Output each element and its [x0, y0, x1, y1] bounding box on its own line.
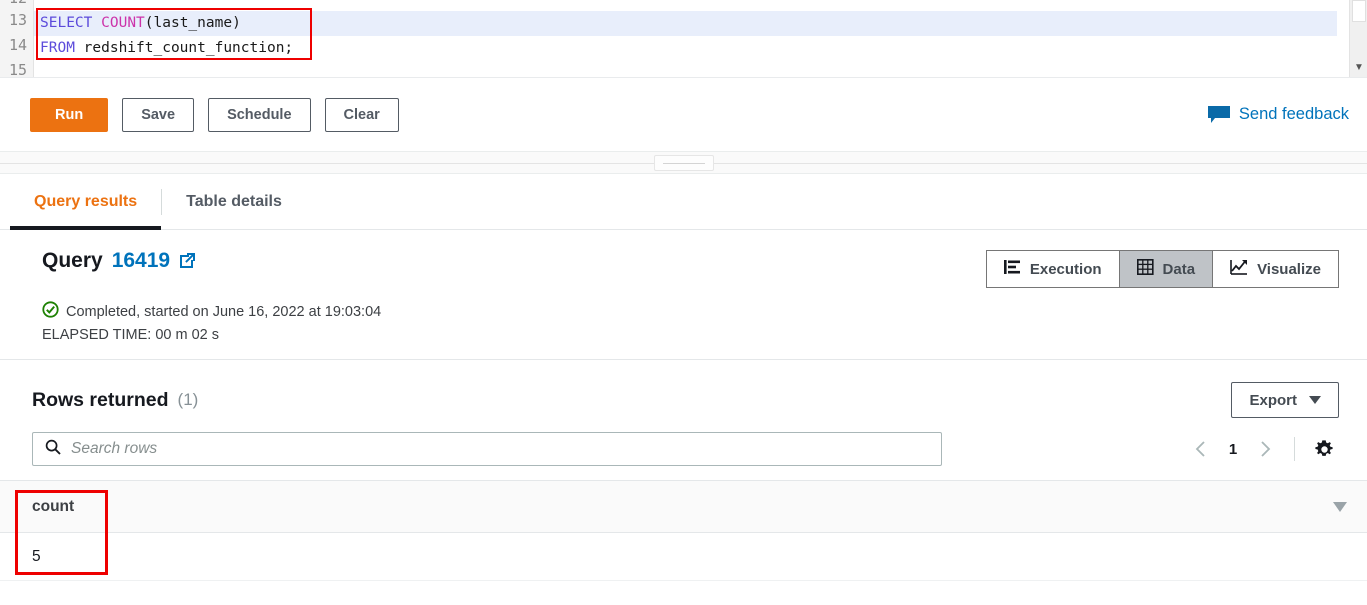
- search-box[interactable]: [32, 432, 942, 466]
- export-button[interactable]: Export: [1231, 382, 1339, 418]
- line-number: 13: [8, 11, 27, 29]
- query-id-link[interactable]: 16419: [112, 250, 170, 271]
- query-status-text: Completed, started on June 16, 2022 at 1…: [66, 303, 382, 320]
- query-elapsed-time: ELAPSED TIME: 00 m 02 s: [42, 327, 220, 343]
- pagination-divider: [1294, 437, 1295, 461]
- rows-returned-title: Rows returned: [32, 388, 169, 411]
- query-status: Completed, started on June 16, 2022 at 1…: [42, 301, 1339, 322]
- sql-editor[interactable]: 12 13 14 15 SELECT COUNT(last_name) FROM…: [0, 0, 1367, 78]
- results-search-row: 1: [0, 418, 1367, 481]
- search-input[interactable]: [71, 440, 929, 458]
- line-number-gutter: 12 13 14 15: [0, 0, 34, 77]
- sql-line-15[interactable]: [34, 61, 1337, 77]
- pagination-controls: 1: [1186, 434, 1339, 464]
- sql-code-area[interactable]: SELECT COUNT(last_name) FROM redshift_co…: [34, 0, 1337, 77]
- view-button-execution[interactable]: Execution: [985, 250, 1120, 288]
- chevron-left-icon[interactable]: [1186, 434, 1216, 464]
- sql-count-argument: (last_name): [144, 15, 241, 31]
- pagination-page-1[interactable]: 1: [1220, 441, 1246, 458]
- column-header-count[interactable]: count: [32, 498, 232, 516]
- search-icon: [45, 439, 61, 460]
- line-number: 15: [8, 61, 27, 78]
- tab-table-details-label: Table details: [186, 192, 282, 210]
- check-circle-icon: [42, 301, 59, 322]
- run-button[interactable]: Run: [30, 97, 109, 132]
- results-table: count 5: [0, 481, 1367, 581]
- scrollbar-thumb[interactable]: [1352, 0, 1366, 22]
- sql-table-name: redshift_count_function;: [74, 40, 294, 56]
- panel-splitter[interactable]: [0, 152, 1367, 174]
- result-view-toggle-group: Execution Data Visualize: [985, 250, 1339, 288]
- execution-list-icon: [1003, 259, 1021, 279]
- query-summary-section: Query 16419 Execution Data Visualize Com…: [0, 230, 1367, 360]
- gear-icon[interactable]: [1309, 434, 1339, 464]
- send-feedback-link[interactable]: Send feedback: [1207, 105, 1349, 124]
- triangle-down-icon[interactable]: [1333, 501, 1347, 512]
- sql-keyword-from: FROM: [40, 40, 75, 56]
- cell-count: 5: [32, 547, 41, 565]
- chevron-right-icon[interactable]: [1250, 434, 1280, 464]
- rows-returned-header: Rows returned (1) Export: [0, 360, 1367, 418]
- line-number: 14: [8, 36, 27, 54]
- tab-query-results[interactable]: Query results: [10, 174, 162, 230]
- view-button-data-label: Data: [1162, 260, 1196, 278]
- rows-returned-count: (1): [177, 390, 199, 409]
- editor-action-bar: Run Save Schedule Clear Send feedback: [0, 78, 1367, 152]
- query-title-prefix: Query: [42, 249, 103, 272]
- editor-scrollbar[interactable]: ▼: [1349, 0, 1367, 77]
- splitter-grip-handle[interactable]: [653, 155, 714, 171]
- view-button-visualize[interactable]: Visualize: [1212, 250, 1339, 288]
- tab-table-details[interactable]: Table details: [162, 174, 306, 229]
- table-row[interactable]: 5: [0, 533, 1367, 581]
- chevron-down-icon[interactable]: ▼: [1350, 63, 1367, 73]
- query-title: Query 16419: [42, 250, 196, 271]
- line-number: 12: [9, 0, 27, 7]
- send-feedback-label: Send feedback: [1238, 105, 1349, 123]
- view-button-execution-label: Execution: [1029, 260, 1102, 278]
- sql-keyword-select: SELECT: [40, 15, 93, 31]
- sql-function-count: COUNT: [101, 15, 145, 31]
- sql-line-14[interactable]: FROM redshift_count_function;: [34, 36, 1337, 61]
- schedule-button[interactable]: Schedule: [208, 97, 311, 132]
- tab-query-results-label: Query results: [34, 192, 138, 210]
- speech-bubble-icon: [1207, 105, 1230, 124]
- view-button-data[interactable]: Data: [1118, 250, 1214, 288]
- save-button[interactable]: Save: [122, 97, 195, 132]
- view-button-visualize-label: Visualize: [1257, 260, 1321, 278]
- table-grid-icon: [1136, 259, 1154, 279]
- caret-down-icon: [1309, 396, 1321, 404]
- table-header-row: count: [0, 481, 1367, 533]
- clear-button[interactable]: Clear: [324, 97, 399, 132]
- line-chart-icon: [1230, 259, 1248, 279]
- export-button-label: Export: [1249, 391, 1297, 409]
- results-tab-bar: Query results Table details: [0, 174, 1367, 230]
- external-link-icon[interactable]: [179, 252, 196, 269]
- sql-line-13[interactable]: SELECT COUNT(last_name): [34, 11, 1337, 36]
